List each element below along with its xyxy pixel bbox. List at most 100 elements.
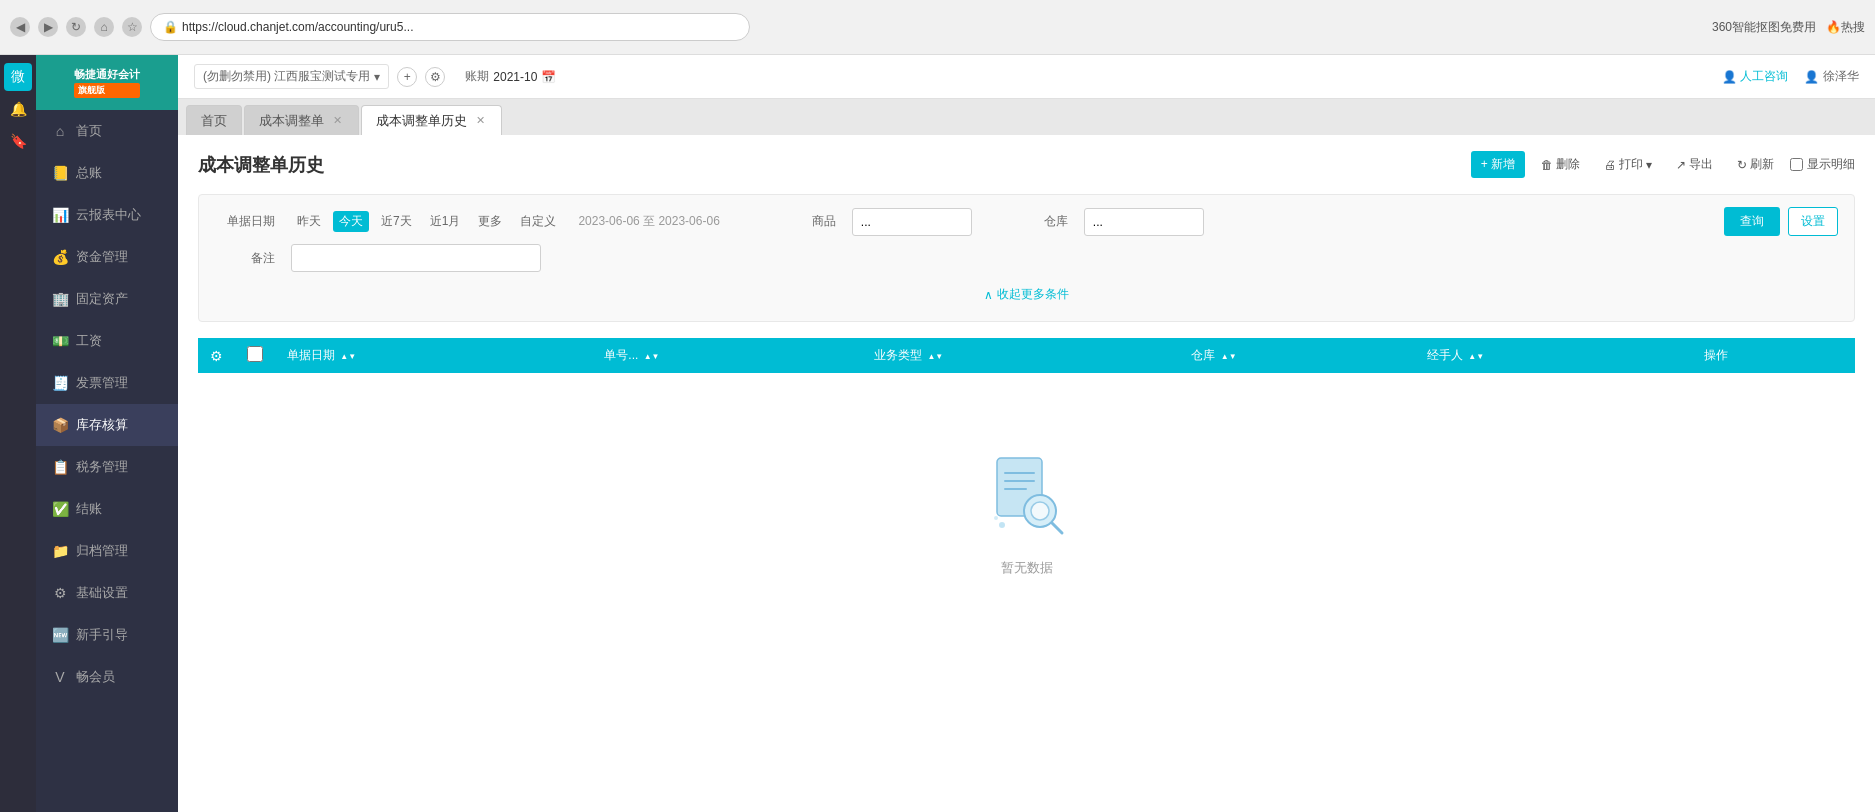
tab-cost-adjust-label: 成本调整单 <box>259 112 324 130</box>
print-btn-label: 打印 <box>1619 156 1643 173</box>
product-select-btn[interactable]: ... <box>852 208 972 236</box>
filter-area: 单据日期 昨天 今天 近7天 近1月 更多 自定义 2023-06-06 至 2… <box>198 194 1855 322</box>
date-chip-1month[interactable]: 近1月 <box>424 211 467 232</box>
icon-sidebar-tool2[interactable]: 🔖 <box>4 127 32 155</box>
sidebar-label-reports: 云报表中心 <box>76 206 141 224</box>
sidebar-label-closing: 结账 <box>76 500 102 518</box>
icon-sidebar: 微 🔔 🔖 <box>0 55 36 812</box>
delete-icon: 🗑 <box>1541 158 1553 172</box>
table-settings-btn[interactable]: ⚙ <box>210 348 223 364</box>
invoice-icon: 🧾 <box>52 375 68 391</box>
browser-chrome: ◀ ▶ ↻ ⌂ ☆ 🔒 https://cloud.chanjet.com/ac… <box>0 0 1875 55</box>
sidebar-item-reports[interactable]: 📊 云报表中心 <box>36 194 178 236</box>
filter-settings-label: 设置 <box>1801 214 1825 228</box>
sidebar-item-settings[interactable]: ⚙ 基础设置 <box>36 572 178 614</box>
home-btn[interactable]: ⌂ <box>94 17 114 37</box>
tab-cost-adjust-history-close[interactable]: ✕ <box>473 114 487 128</box>
sidebar-item-ledger[interactable]: 📒 总账 <box>36 152 178 194</box>
export-btn-label: 导出 <box>1689 156 1713 173</box>
number-sort-icon[interactable]: ▲▼ <box>644 353 660 361</box>
data-table: ⚙ 单据日期 ▲▼ 单号... ▲▼ <box>198 338 1855 373</box>
sidebar-label-invoice: 发票管理 <box>76 374 128 392</box>
add-btn[interactable]: + 新增 <box>1471 151 1525 178</box>
logo-badge: 旗舰版 <box>74 83 140 98</box>
date-chip-yesterday[interactable]: 昨天 <box>291 211 327 232</box>
note-input[interactable] <box>291 244 541 272</box>
icon-sidebar-weibo[interactable]: 微 <box>4 63 32 91</box>
select-all-checkbox[interactable] <box>247 346 263 362</box>
handler-col-label: 经手人 <box>1427 348 1463 362</box>
biztype-sort-icon[interactable]: ▲▼ <box>927 353 943 361</box>
company-settings-btn[interactable]: ⚙ <box>425 67 445 87</box>
closing-icon: ✅ <box>52 501 68 517</box>
refresh-icon: ↻ <box>1737 158 1747 172</box>
show-detail-toggle[interactable]: 显示明细 <box>1790 156 1855 173</box>
export-btn[interactable]: ↗ 导出 <box>1668 152 1721 177</box>
warehouse-select-btn[interactable]: ... <box>1084 208 1204 236</box>
filter-settings-btn[interactable]: 设置 <box>1788 207 1838 236</box>
sidebar-item-invoice[interactable]: 🧾 发票管理 <box>36 362 178 404</box>
inventory-icon: 📦 <box>52 417 68 433</box>
print-icon: 🖨 <box>1604 158 1616 172</box>
toolbar-actions: + 新增 🗑 删除 🖨 打印 ▾ ↗ 导出 <box>1471 151 1855 178</box>
icon-sidebar-tool1[interactable]: 🔔 <box>4 95 32 123</box>
sidebar-item-assets[interactable]: 🏢 固定资产 <box>36 278 178 320</box>
delete-btn[interactable]: 🗑 删除 <box>1533 152 1588 177</box>
biztype-col-label: 业务类型 <box>874 348 922 362</box>
star-btn[interactable]: ☆ <box>122 17 142 37</box>
calendar-icon[interactable]: 📅 <box>541 70 556 84</box>
product-dots: ... <box>861 215 871 229</box>
sidebar-item-payroll[interactable]: 💵 工资 <box>36 320 178 362</box>
sidebar-item-member[interactable]: V 畅会员 <box>36 656 178 698</box>
sidebar-item-inventory[interactable]: 📦 库存核算 <box>36 404 178 446</box>
print-btn[interactable]: 🖨 打印 ▾ <box>1596 152 1660 177</box>
refresh-btn[interactable]: ↻ 刷新 <box>1729 152 1782 177</box>
top-bar: (勿删勿禁用) 江西服宝测试专用 ▾ + ⚙ 账期 2021-10 📅 👤 人工… <box>178 55 1875 99</box>
date-chip-custom[interactable]: 自定义 <box>514 211 562 232</box>
browser-right-tools: 360智能抠图免费用 🔥热搜 <box>1712 19 1865 36</box>
warehouse-col-label: 仓库 <box>1191 348 1215 362</box>
product-filter-label: 商品 <box>776 213 836 230</box>
hot-search-label: 🔥热搜 <box>1826 19 1865 36</box>
date-chip-7days[interactable]: 近7天 <box>375 211 418 232</box>
back-btn[interactable]: ◀ <box>10 17 30 37</box>
tab-cost-adjust-close[interactable]: ✕ <box>330 114 344 128</box>
tab-home[interactable]: 首页 <box>186 105 242 135</box>
sidebar-item-home[interactable]: ⌂ 首页 <box>36 110 178 152</box>
sidebar-item-guide[interactable]: 🆕 新手引导 <box>36 614 178 656</box>
tab-cost-adjust[interactable]: 成本调整单 ✕ <box>244 105 359 135</box>
service-btn[interactable]: 👤 人工咨询 <box>1722 68 1788 85</box>
refresh-btn[interactable]: ↻ <box>66 17 86 37</box>
add-company-btn[interactable]: + <box>397 67 417 87</box>
date-chip-more[interactable]: 更多 <box>472 211 508 232</box>
query-btn[interactable]: 查询 <box>1724 207 1780 236</box>
tab-cost-adjust-history[interactable]: 成本调整单历史 ✕ <box>361 105 502 135</box>
sidebar-label-archive: 归档管理 <box>76 542 128 560</box>
svg-point-8 <box>999 522 1005 528</box>
forward-btn[interactable]: ▶ <box>38 17 58 37</box>
sidebar-label-member: 畅会员 <box>76 668 115 686</box>
sidebar-item-finance[interactable]: 💰 资金管理 <box>36 236 178 278</box>
refresh-btn-label: 刷新 <box>1750 156 1774 173</box>
date-filter: 昨天 今天 近7天 近1月 更多 自定义 <box>291 211 562 232</box>
show-detail-checkbox[interactable] <box>1790 158 1803 171</box>
address-bar[interactable]: 🔒 https://cloud.chanjet.com/accounting/u… <box>150 13 750 41</box>
member-icon: V <box>52 669 68 685</box>
empty-state-image <box>982 453 1072 543</box>
show-detail-label: 显示明细 <box>1807 156 1855 173</box>
warehouse-sort-icon[interactable]: ▲▼ <box>1221 353 1237 361</box>
date-chip-today[interactable]: 今天 <box>333 211 369 232</box>
sidebar-item-closing[interactable]: ✅ 结账 <box>36 488 178 530</box>
query-btn-label: 查询 <box>1740 214 1764 228</box>
sidebar-label-finance: 资金管理 <box>76 248 128 266</box>
export-icon: ↗ <box>1676 158 1686 172</box>
handler-sort-icon[interactable]: ▲▼ <box>1468 353 1484 361</box>
company-selector[interactable]: (勿删勿禁用) 江西服宝测试专用 ▾ <box>194 64 389 89</box>
dropdown-icon: ▾ <box>374 70 380 84</box>
sidebar-item-tax[interactable]: 📋 税务管理 <box>36 446 178 488</box>
period-info: 账期 2021-10 📅 <box>465 68 556 85</box>
collapse-btn[interactable]: ∧ 收起更多条件 <box>215 280 1838 309</box>
sidebar-item-archive[interactable]: 📁 归档管理 <box>36 530 178 572</box>
date-sort-icon[interactable]: ▲▼ <box>340 353 356 361</box>
user-info[interactable]: 👤 徐泽华 <box>1804 68 1859 85</box>
